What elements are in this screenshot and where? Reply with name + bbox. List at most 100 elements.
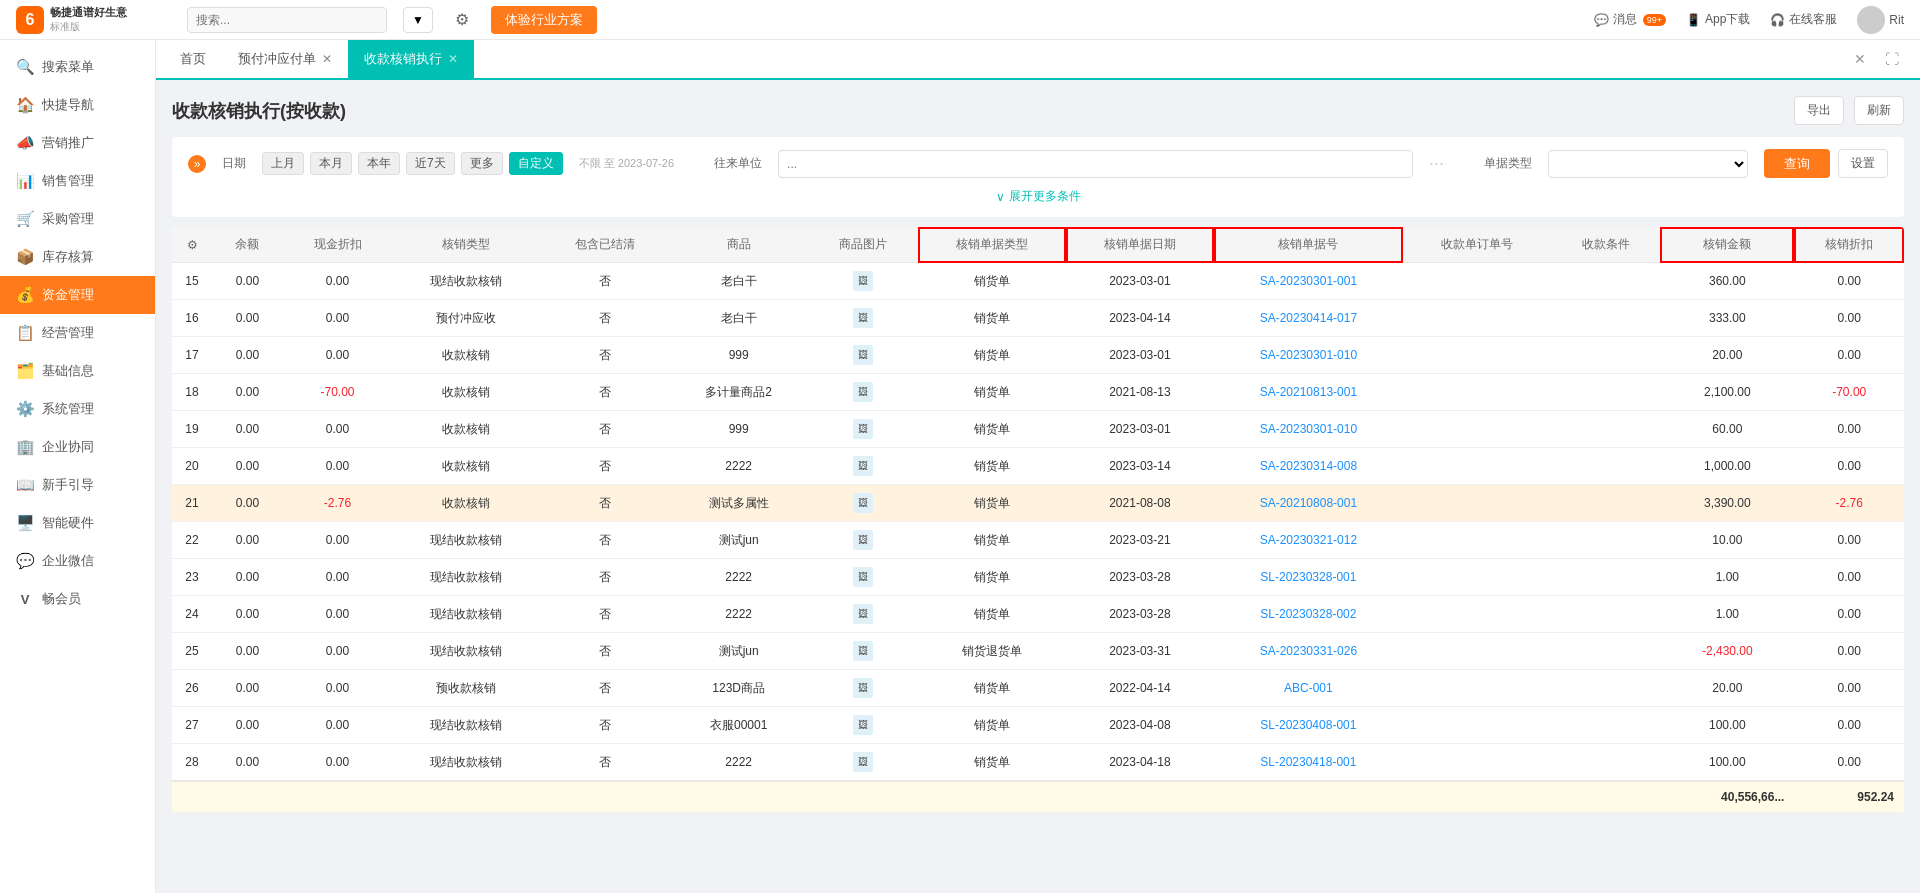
sidebar-item-inventory[interactable]: 📦 库存核算 xyxy=(0,238,155,276)
cell-writeoff-bill-date: 2023-04-18 xyxy=(1066,744,1214,782)
sidebar-item-search[interactable]: 🔍 搜索菜单 xyxy=(0,48,155,86)
cell-balance: 0.00 xyxy=(212,374,283,411)
bill-no-link[interactable]: SA-20230331-026 xyxy=(1260,644,1357,658)
bill-no-link[interactable]: SL-20230418-001 xyxy=(1260,755,1356,769)
bill-no-link[interactable]: SA-20210813-001 xyxy=(1260,385,1357,399)
table-row: 28 0.00 0.00 现结收款核销 否 2222 🖼 销货单 2023-04… xyxy=(172,744,1904,782)
table-row: 26 0.00 0.00 预收款核销 否 123D商品 🖼 销货单 2022-0… xyxy=(172,670,1904,707)
purchase-icon: 🛒 xyxy=(16,210,34,228)
filter-settings-button[interactable]: 设置 xyxy=(1838,149,1888,178)
dropdown-button[interactable]: ▼ xyxy=(403,7,433,33)
cell-writeoff-type: 现结收款核销 xyxy=(392,263,540,300)
date-more[interactable]: 更多 xyxy=(461,152,503,175)
cell-receipt-condition xyxy=(1551,263,1660,300)
sidebar-item-purchase[interactable]: 🛒 采购管理 xyxy=(0,200,155,238)
counterpart-label: 往来单位 xyxy=(714,155,762,172)
date-this-month[interactable]: 本月 xyxy=(310,152,352,175)
cell-row-num: 27 xyxy=(172,707,212,744)
sidebar-item-member[interactable]: V 畅会员 xyxy=(0,580,155,618)
cell-cash-discount: 0.00 xyxy=(283,522,392,559)
prepay-tab-close[interactable]: ✕ xyxy=(322,52,332,66)
footer-spacer xyxy=(172,781,1660,813)
sidebar-item-hardware[interactable]: 🖥️ 智能硬件 xyxy=(0,504,155,542)
cell-goods-image: 🖼 xyxy=(808,744,917,782)
cell-row-num: 28 xyxy=(172,744,212,782)
sidebar-item-enterprise[interactable]: 🏢 企业协同 xyxy=(0,428,155,466)
bill-no-link[interactable]: SA-20230321-012 xyxy=(1260,533,1357,547)
message-item[interactable]: 💬 消息 99+ xyxy=(1594,11,1666,28)
cell-included: 否 xyxy=(540,263,669,300)
cell-writeoff-bill-type: 销货单 xyxy=(918,744,1066,782)
sidebar-item-sales[interactable]: 📊 销售管理 xyxy=(0,162,155,200)
sidebar-item-basic[interactable]: 🗂️ 基础信息 xyxy=(0,352,155,390)
search-input[interactable] xyxy=(187,7,387,33)
sidebar-item-system[interactable]: ⚙️ 系统管理 xyxy=(0,390,155,428)
tab-collect[interactable]: 收款核销执行 ✕ xyxy=(348,40,474,79)
date-7days[interactable]: 近7天 xyxy=(406,152,455,175)
cell-writeoff-discount: 0.00 xyxy=(1794,411,1904,448)
bill-no-link[interactable]: ABC-001 xyxy=(1284,681,1333,695)
tab-prepay[interactable]: 预付冲应付单 ✕ xyxy=(222,40,348,79)
settings-icon[interactable]: ⚙ xyxy=(449,7,475,33)
sidebar-item-quicknav[interactable]: 🏠 快捷导航 xyxy=(0,86,155,124)
cell-writeoff-amount: 100.00 xyxy=(1660,707,1794,744)
main-content: 首页 预付冲应付单 ✕ 收款核销执行 ✕ ✕ ⛶ 收款核销执行(按收款) 导出 xyxy=(156,40,1920,893)
cell-goods: 2222 xyxy=(669,744,808,782)
cell-receipt-order-no xyxy=(1403,559,1551,596)
cell-receipt-order-no xyxy=(1403,670,1551,707)
home-tab-label: 首页 xyxy=(180,50,206,68)
sidebar-label: 快捷导航 xyxy=(42,96,94,114)
sidebar-item-operations[interactable]: 📋 经营管理 xyxy=(0,314,155,352)
cell-writeoff-amount: 20.00 xyxy=(1660,337,1794,374)
user-area[interactable]: Rit xyxy=(1857,6,1904,34)
cell-included: 否 xyxy=(540,522,669,559)
sidebar-item-wechat[interactable]: 💬 企业微信 xyxy=(0,542,155,580)
cell-cash-discount: 0.00 xyxy=(283,300,392,337)
cell-writeoff-bill-type: 销货单 xyxy=(918,411,1066,448)
industry-button[interactable]: 体验行业方案 xyxy=(491,6,597,34)
cell-writeoff-discount: 0.00 xyxy=(1794,300,1904,337)
refresh-button[interactable]: 刷新 xyxy=(1854,96,1904,125)
cell-writeoff-type: 收款核销 xyxy=(392,337,540,374)
collect-tab-close[interactable]: ✕ xyxy=(448,52,458,66)
sidebar-label: 采购管理 xyxy=(42,210,94,228)
cell-writeoff-amount: 333.00 xyxy=(1660,300,1794,337)
cell-writeoff-bill-date: 2023-03-01 xyxy=(1066,411,1214,448)
cell-row-num: 23 xyxy=(172,559,212,596)
sidebar-item-guide[interactable]: 📖 新手引导 xyxy=(0,466,155,504)
counterpart-input[interactable] xyxy=(778,150,1413,178)
col-goods: 商品 xyxy=(669,227,808,263)
bill-no-link[interactable]: SL-20230328-002 xyxy=(1260,607,1356,621)
toggle-arrow[interactable]: » xyxy=(188,155,206,173)
app-download-item[interactable]: 📱 App下载 xyxy=(1686,11,1750,28)
expand-row: ∨ 展开更多条件 xyxy=(188,188,1888,205)
online-service-item[interactable]: 🎧 在线客服 xyxy=(1770,11,1837,28)
date-custom[interactable]: 自定义 xyxy=(509,152,563,175)
cell-balance: 0.00 xyxy=(212,596,283,633)
date-this-year[interactable]: 本年 xyxy=(358,152,400,175)
bill-no-link[interactable]: SA-20230414-017 xyxy=(1260,311,1357,325)
bill-no-link[interactable]: SA-20210808-001 xyxy=(1260,496,1357,510)
close-window-icon[interactable]: ✕ xyxy=(1848,47,1872,71)
expand-button[interactable]: ∨ 展开更多条件 xyxy=(996,188,1081,205)
tab-bar: 首页 预付冲应付单 ✕ 收款核销执行 ✕ ✕ ⛶ xyxy=(156,40,1920,80)
sidebar-item-marketing[interactable]: 📣 营销推广 xyxy=(0,124,155,162)
bill-no-link[interactable]: SA-20230301-010 xyxy=(1260,348,1357,362)
bill-no-link[interactable]: SA-20230314-008 xyxy=(1260,459,1357,473)
sidebar-item-finance[interactable]: 💰 资金管理 xyxy=(0,276,155,314)
maximize-window-icon[interactable]: ⛶ xyxy=(1880,47,1904,71)
tab-home[interactable]: 首页 xyxy=(164,40,222,79)
sidebar-label: 资金管理 xyxy=(42,286,94,304)
bill-no-link[interactable]: SA-20230301-010 xyxy=(1260,422,1357,436)
cell-cash-discount: 0.00 xyxy=(283,744,392,782)
col-settings[interactable]: ⚙ xyxy=(172,227,212,263)
voucher-type-select[interactable] xyxy=(1548,150,1748,178)
chevron-down-icon: ∨ xyxy=(996,190,1005,204)
table-row: 27 0.00 0.00 现结收款核销 否 衣服00001 🖼 销货单 2023… xyxy=(172,707,1904,744)
query-button[interactable]: 查询 xyxy=(1764,149,1830,178)
export-button[interactable]: 导出 xyxy=(1794,96,1844,125)
bill-no-link[interactable]: SA-20230301-001 xyxy=(1260,274,1357,288)
bill-no-link[interactable]: SL-20230328-001 xyxy=(1260,570,1356,584)
bill-no-link[interactable]: SL-20230408-001 xyxy=(1260,718,1356,732)
date-last-month[interactable]: 上月 xyxy=(262,152,304,175)
